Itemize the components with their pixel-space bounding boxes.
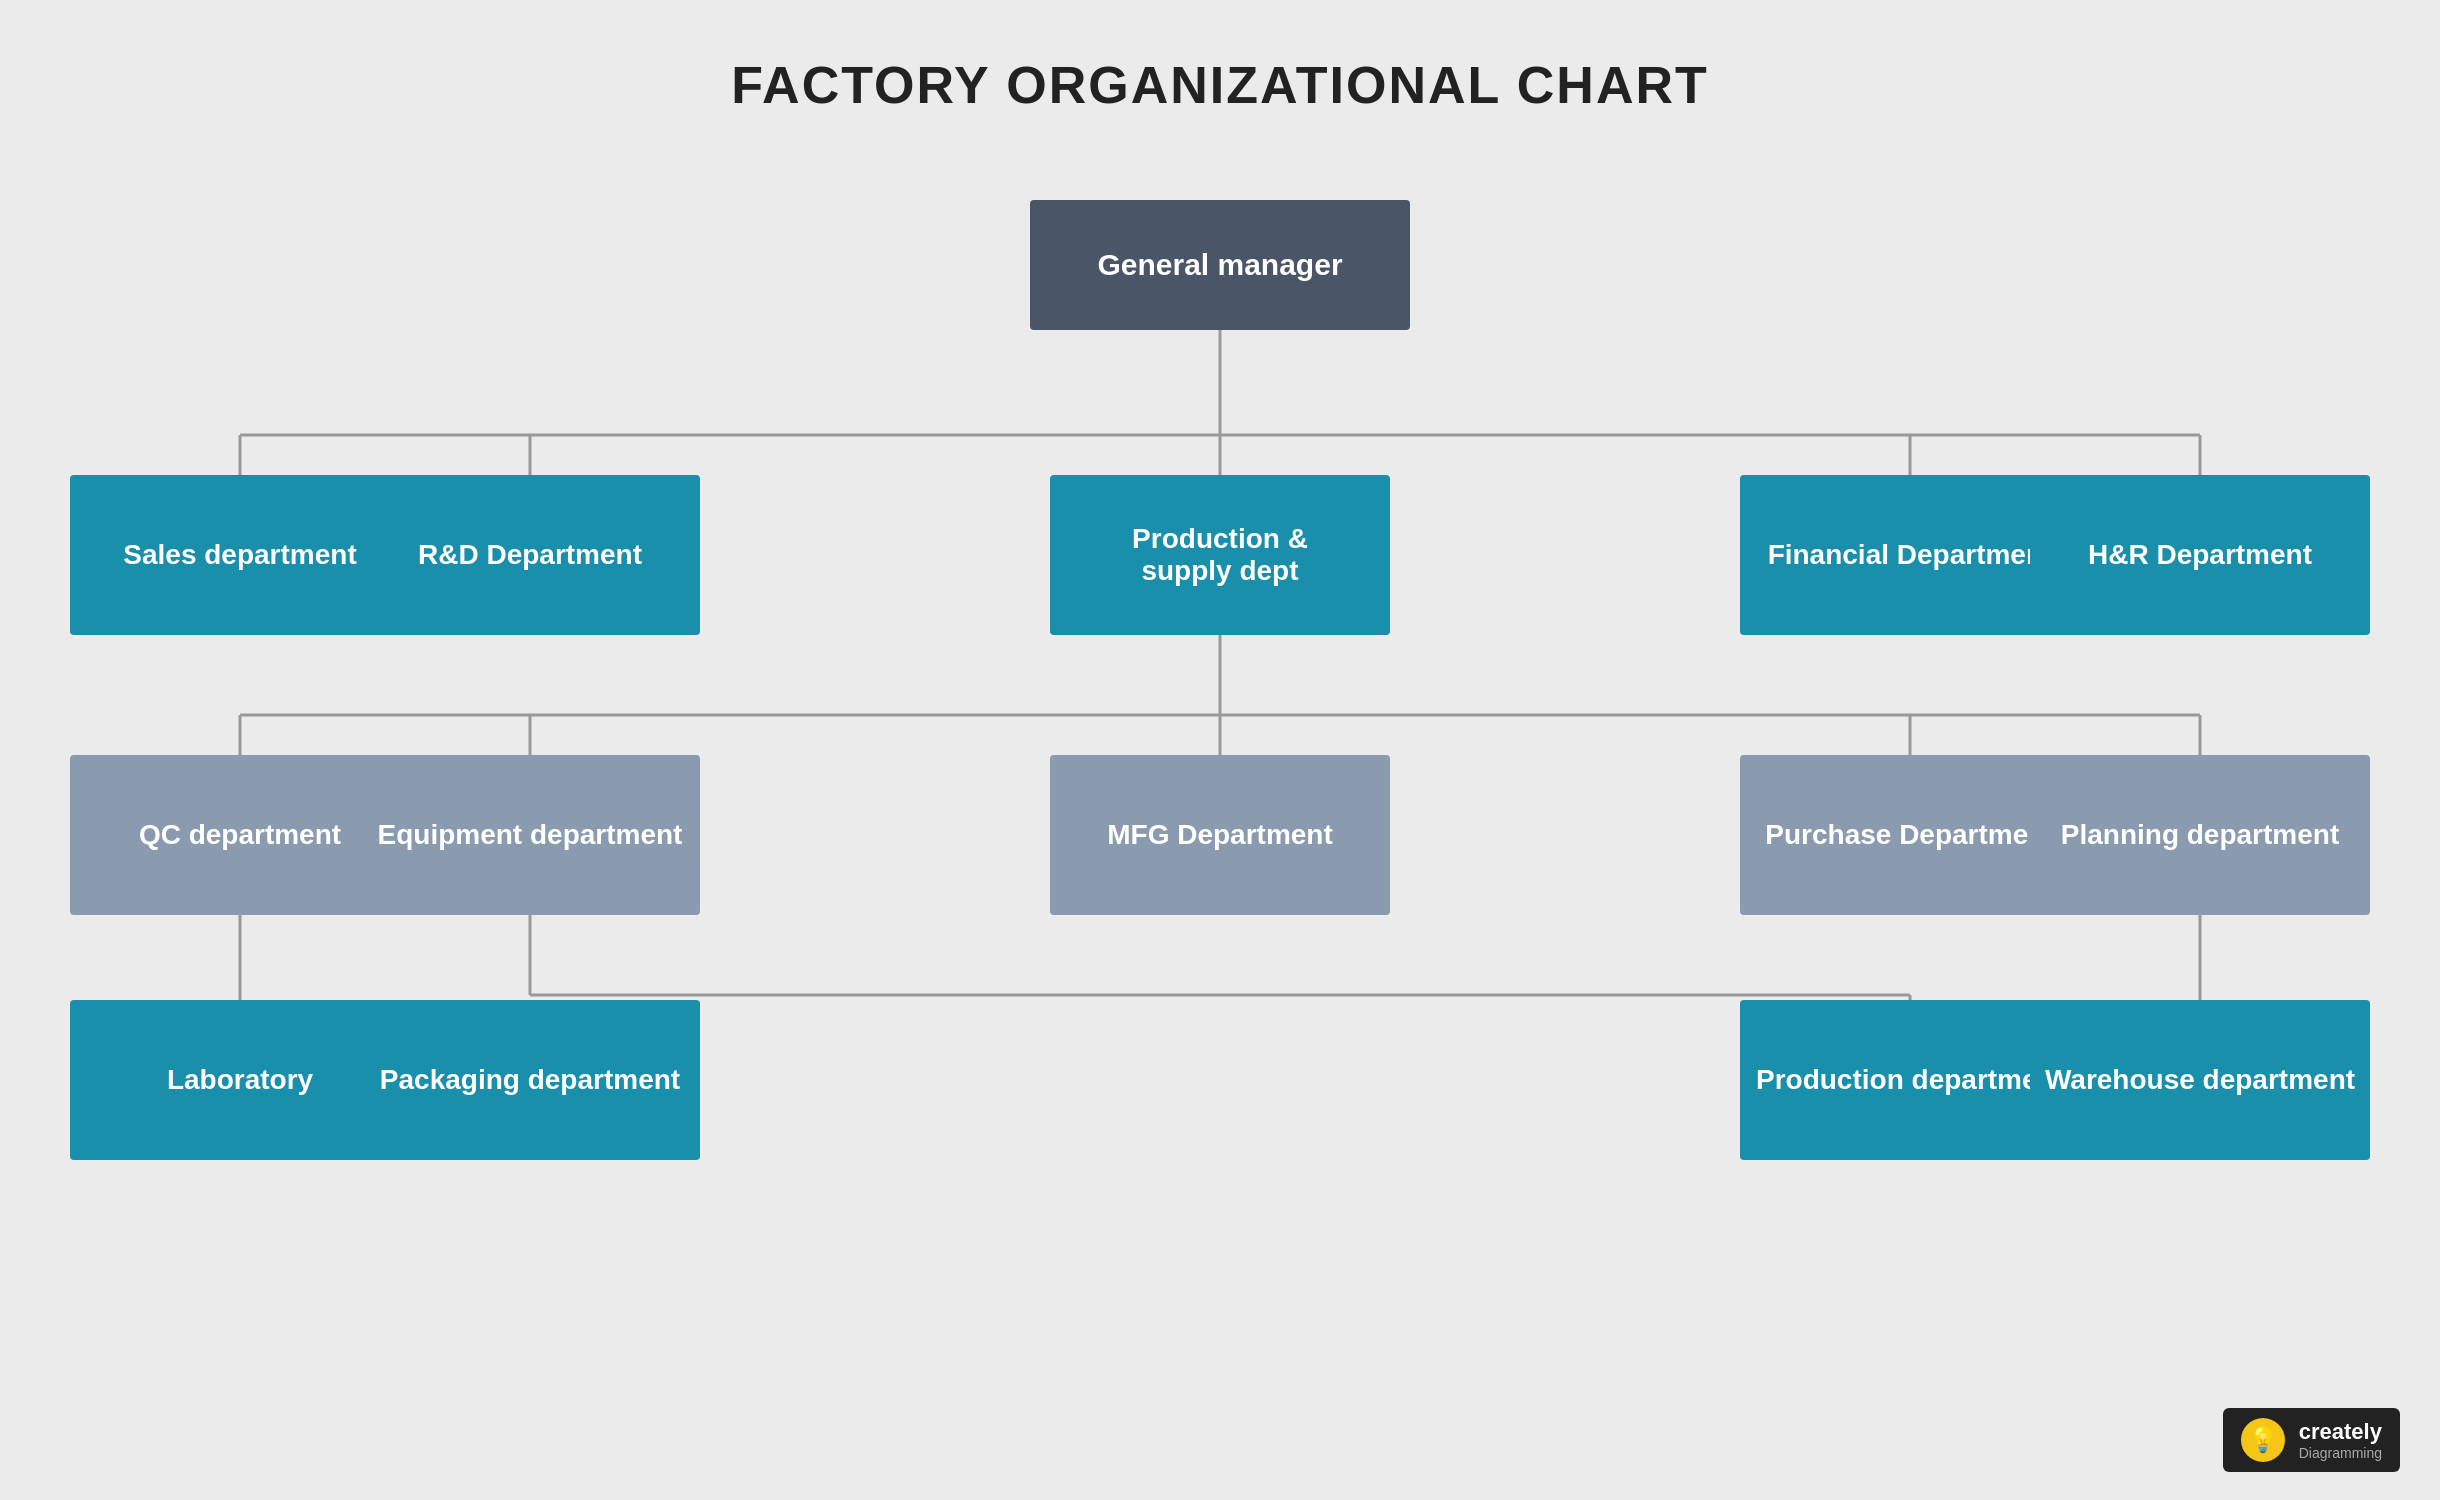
watermark-brand-block: creately Diagramming <box>2299 1419 2382 1461</box>
watermark: 💡 creately Diagramming <box>2223 1408 2400 1472</box>
page-container: FACTORY ORGANIZATIONAL CHART <box>0 0 2440 1500</box>
node-mfg: MFG Department <box>1050 755 1390 915</box>
node-hr: H&R Department <box>2030 475 2370 635</box>
node-planning: Planning department <box>2030 755 2370 915</box>
node-packaging: Packaging department <box>360 1000 700 1160</box>
node-production-supply: Production & supply dept <box>1050 475 1390 635</box>
chart-area: General manager Sales department R&D Dep… <box>70 145 2370 1500</box>
node-qc: QC department <box>70 755 410 915</box>
node-rnd: R&D Department <box>360 475 700 635</box>
node-purchase: Purchase Department <box>1740 755 2080 915</box>
node-sales: Sales department <box>70 475 410 635</box>
watermark-sub: Diagramming <box>2299 1445 2382 1461</box>
node-production: Production department <box>1740 1000 2080 1160</box>
page-title: FACTORY ORGANIZATIONAL CHART <box>731 55 1709 115</box>
watermark-icon: 💡 <box>2241 1418 2285 1462</box>
node-general-manager: General manager <box>1030 200 1410 330</box>
node-laboratory: Laboratory <box>70 1000 410 1160</box>
node-equipment: Equipment department <box>360 755 700 915</box>
node-financial: Financial Department <box>1740 475 2080 635</box>
watermark-brand: creately <box>2299 1419 2382 1445</box>
node-warehouse: Warehouse department <box>2030 1000 2370 1160</box>
